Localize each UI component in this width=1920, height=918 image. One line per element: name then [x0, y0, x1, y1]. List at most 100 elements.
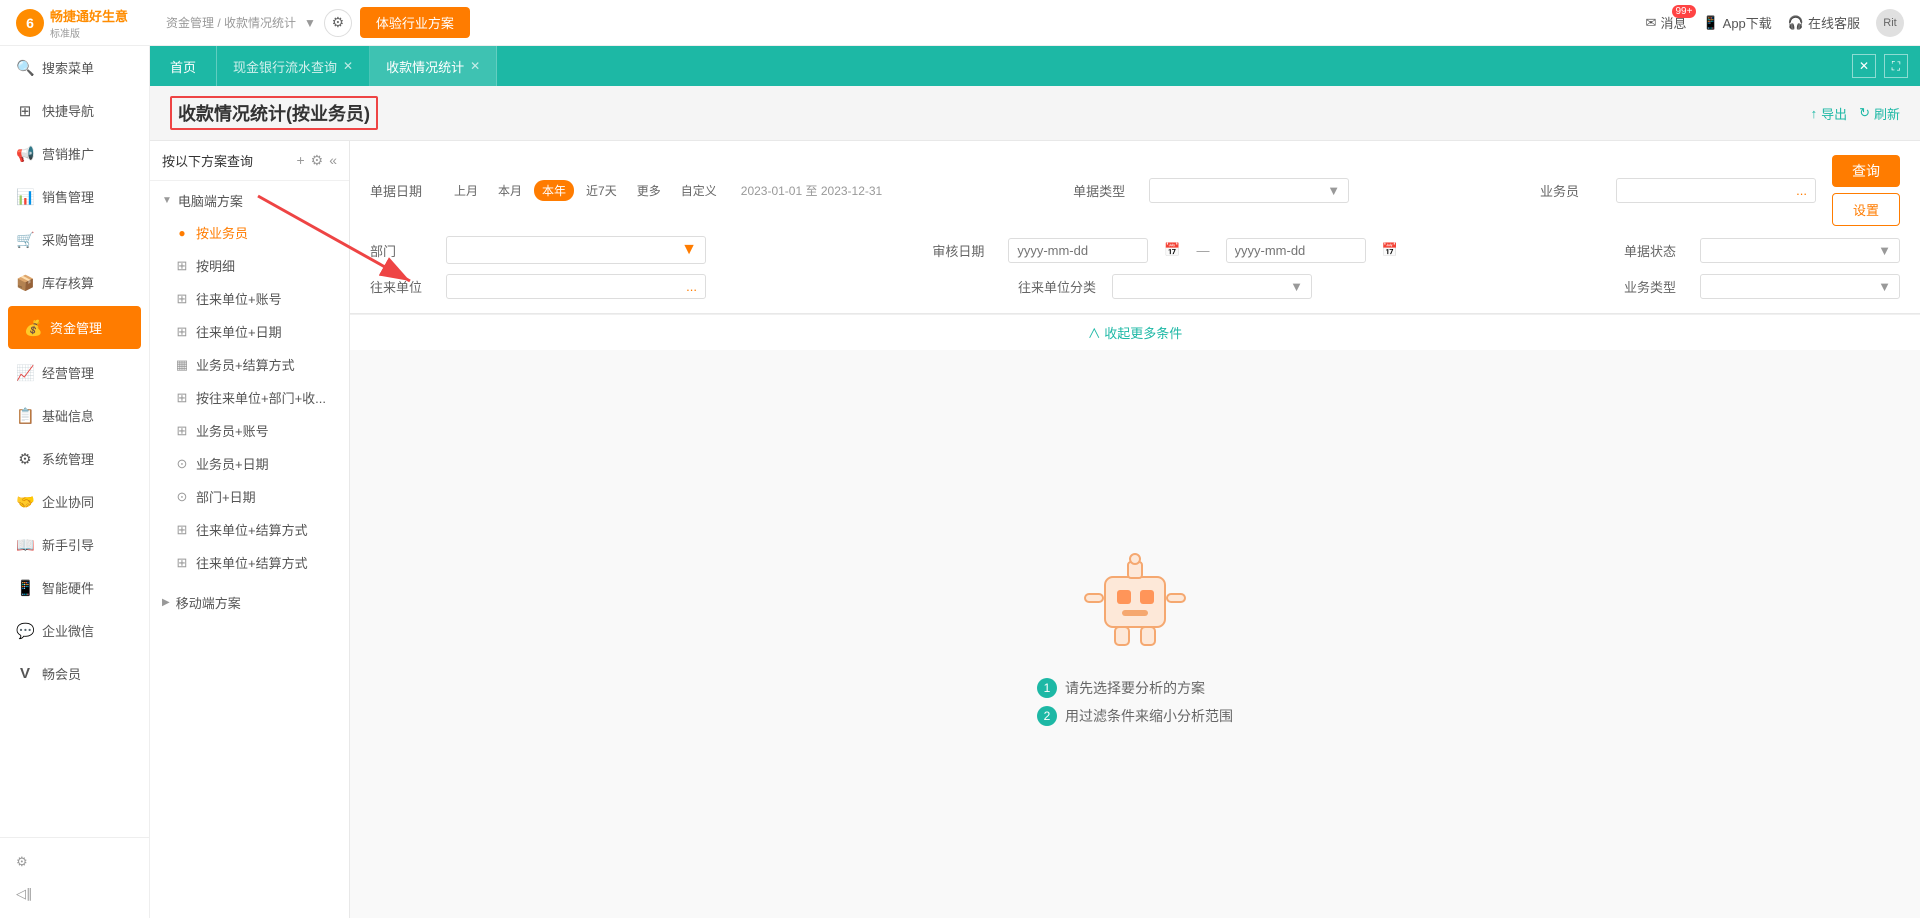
scheme-item-label-10: 往来单位+结算方式: [196, 553, 308, 572]
biztype2-label: 业务类型: [1624, 277, 1684, 296]
sidebar-item-quicknav[interactable]: ⊞ 快捷导航: [0, 89, 149, 132]
sidebar-label-wechat: 企业微信: [42, 621, 94, 640]
sidebar-item-purchase[interactable]: 🛒 采购管理: [0, 218, 149, 261]
scheme-section-mobile-title[interactable]: ▶ 移动端方案: [150, 587, 349, 618]
sidebar-item-inventory[interactable]: 📦 库存核算: [0, 261, 149, 304]
settings-button[interactable]: 设置: [1832, 193, 1900, 226]
tab-cashflow[interactable]: 现金银行流水查询 ✕: [217, 46, 370, 86]
sidebar-label-membership: 畅会员: [42, 664, 81, 683]
header-settings-icon[interactable]: ⚙: [324, 9, 352, 37]
date-tab-custom[interactable]: 自定义: [673, 180, 725, 201]
unit-select[interactable]: ...: [446, 274, 706, 299]
sidebar-label-guide: 新手引导: [42, 535, 94, 554]
app-version: 标准版: [50, 25, 128, 40]
export-button[interactable]: ↑ 导出: [1811, 104, 1848, 123]
calendar-end-icon[interactable]: 📅: [1382, 242, 1398, 258]
sidebar-item-membership[interactable]: V 畅会员: [0, 652, 149, 695]
scheme-settings-icon[interactable]: ⚙: [311, 152, 324, 169]
date-tab-7days[interactable]: 近7天: [578, 180, 625, 201]
tab-home[interactable]: 首页: [150, 46, 217, 86]
message-icon: ✉: [1646, 15, 1657, 31]
date-tab-more[interactable]: 更多: [629, 180, 669, 201]
calendar-start-icon[interactable]: 📅: [1164, 242, 1180, 258]
sidebar-collapse-btn[interactable]: ◁∥: [0, 878, 149, 910]
scheme-add-icon[interactable]: +: [296, 152, 304, 169]
date-tab-thismonth[interactable]: 本月: [490, 180, 530, 201]
collab-icon: 🤝: [16, 493, 34, 511]
staff-select[interactable]: ...: [1616, 178, 1816, 203]
date-tab-thisyear[interactable]: 本年: [534, 180, 574, 201]
sidebar-label-purchase: 采购管理: [42, 230, 94, 249]
trial-button[interactable]: 体验行业方案: [360, 7, 470, 38]
unit-dots[interactable]: ...: [686, 279, 697, 294]
app-download-button[interactable]: 📱 App下载: [1702, 13, 1771, 32]
tab-receipts-close[interactable]: ✕: [470, 59, 480, 73]
query-button[interactable]: 查询: [1832, 155, 1900, 187]
sidebar-item-system[interactable]: ⚙ 系统管理: [0, 437, 149, 480]
page-actions: ↑ 导出 ↻ 刷新: [1811, 104, 1900, 123]
marketing-icon: 📢: [16, 145, 34, 163]
scheme-item-unit-payment1[interactable]: ⊞ 往来单位+结算方式: [150, 513, 349, 546]
tab-cashflow-close[interactable]: ✕: [343, 59, 353, 73]
header-breadcrumb: 资金管理 / 收款情况统计: [166, 14, 296, 31]
sidebar-item-sales[interactable]: 📊 销售管理: [0, 175, 149, 218]
date-tab-lastmonth[interactable]: 上月: [446, 180, 486, 201]
hardware-icon: 📱: [16, 579, 34, 597]
empty-step-2: 2 用过滤条件来缩小分析范围: [1037, 706, 1233, 726]
window-close-btn[interactable]: ✕: [1852, 54, 1876, 78]
breadcrumb-dropdown[interactable]: ▼: [304, 16, 316, 30]
sidebar-settings-btn[interactable]: ⚙: [0, 846, 149, 878]
scheme-item-unit-account[interactable]: ⊞ 往来单位+账号: [150, 282, 349, 315]
sidebar-item-search[interactable]: 🔍 搜索菜单: [0, 46, 149, 89]
sidebar-item-hardware[interactable]: 📱 智能硬件: [0, 566, 149, 609]
scheme-item-unit-date[interactable]: ⊞ 往来单位+日期: [150, 315, 349, 348]
bill-status-label: 单据状态: [1624, 241, 1684, 260]
scheme-item-detail[interactable]: ⊞ 按明细: [150, 249, 349, 282]
bill-status-select[interactable]: ▼: [1700, 238, 1900, 263]
user-avatar[interactable]: Rit: [1876, 9, 1904, 37]
scheme-item-icon-3: ⊞: [174, 324, 190, 340]
sidebar-item-wechat[interactable]: 💬 企业微信: [0, 609, 149, 652]
scheme-item-dept-date[interactable]: ⊙ 部门+日期: [150, 480, 349, 513]
scheme-item-staff-account[interactable]: ⊞ 业务员+账号: [150, 414, 349, 447]
dept-dots[interactable]: ▼: [681, 241, 697, 259]
online-service-button[interactable]: 🎧 在线客服: [1788, 13, 1860, 32]
sidebar-label-collab: 企业协同: [42, 492, 94, 511]
sidebar-item-guide[interactable]: 📖 新手引导: [0, 523, 149, 566]
sidebar-item-marketing[interactable]: 📢 营销推广: [0, 132, 149, 175]
window-maximize-btn[interactable]: ⛶: [1884, 54, 1908, 78]
scheme-item-staff-payment[interactable]: ▦ 业务员+结算方式: [150, 348, 349, 381]
message-button[interactable]: ✉ 消息 99+: [1646, 13, 1687, 32]
biztype-select[interactable]: ▼: [1149, 178, 1349, 203]
logo-area: 6 畅捷通好生意 标准版: [16, 6, 166, 40]
sidebar-item-basicinfo[interactable]: 📋 基础信息: [0, 394, 149, 437]
scheme-section-desktop-title[interactable]: ▼ 电脑端方案: [150, 185, 349, 216]
tab-receipts[interactable]: 收款情况统计 ✕: [370, 46, 497, 86]
scheme-item-icon-4: ▦: [174, 357, 190, 373]
review-date-start[interactable]: [1008, 238, 1148, 263]
staff-dots[interactable]: ...: [1796, 183, 1807, 198]
scheme-section-mobile: ▶ 移动端方案: [150, 583, 349, 622]
scheme-item-staff-date[interactable]: ⊙ 业务员+日期: [150, 447, 349, 480]
unit-cat-select[interactable]: ▼: [1112, 274, 1312, 299]
unit-cat-label: 往来单位分类: [1018, 277, 1096, 296]
scheme-item-bystaff[interactable]: ● 按业务员: [150, 216, 349, 249]
sidebar-item-finance[interactable]: 💰 资金管理: [8, 306, 141, 349]
dept-select[interactable]: ▼: [446, 236, 706, 264]
app-logo-icon: 6: [16, 9, 44, 37]
scheme-collapse-icon[interactable]: «: [329, 152, 337, 169]
filter-row-3: 往来单位 ... 往来单位分类 ▼ 业务类型: [370, 274, 1900, 299]
inventory-icon: 📦: [16, 274, 34, 292]
sidebar-item-collab[interactable]: 🤝 企业协同: [0, 480, 149, 523]
date-range-display: 2023-01-01 至 2023-12-31: [741, 182, 882, 199]
scheme-item-unit-payment2[interactable]: ⊞ 往来单位+结算方式: [150, 546, 349, 579]
sidebar-item-operations[interactable]: 📈 经营管理: [0, 351, 149, 394]
collapse-bar[interactable]: ∧ 收起更多条件: [350, 314, 1920, 350]
review-date-end[interactable]: [1226, 238, 1366, 263]
message-badge: 99+: [1672, 5, 1697, 18]
biztype2-select[interactable]: ▼: [1700, 274, 1900, 299]
scheme-item-unit-dept[interactable]: ⊞ 按往来单位+部门+收...: [150, 381, 349, 414]
biztype-label: 单据类型: [1073, 181, 1133, 200]
refresh-button[interactable]: ↻ 刷新: [1859, 104, 1900, 123]
step-label-1: 请先选择要分析的方案: [1065, 678, 1205, 698]
